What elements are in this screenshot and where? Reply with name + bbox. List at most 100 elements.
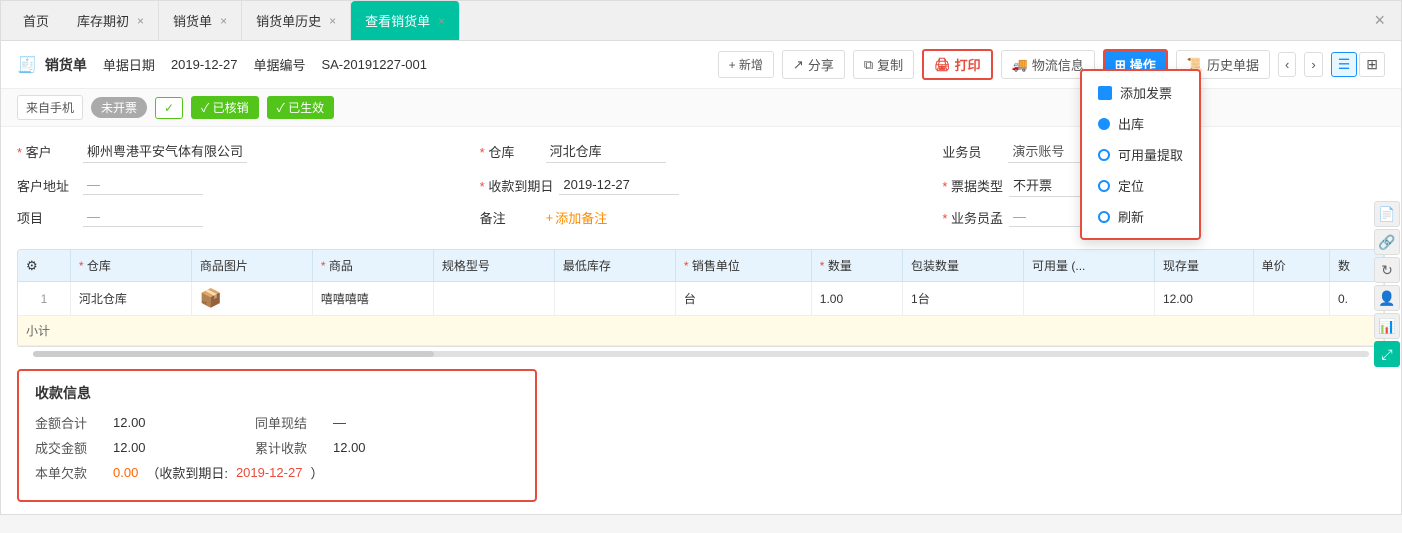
tab-bar: 首页 库存期初 × 销货单 × 销货单历史 × 查看销货单 × × [1, 1, 1401, 41]
tab-view-sales[interactable]: 查看销货单 × [351, 1, 460, 40]
right-panel-icon-1[interactable]: 📄 [1374, 201, 1400, 227]
note-field: 备注 添加备注 [480, 208, 923, 227]
row-num: 1 [18, 282, 70, 316]
customer-label: 客户 [17, 142, 77, 161]
payment-owed-item: 本单欠款 0.00 （收款到期日: 2019-12-27 ） [35, 463, 323, 482]
number-value: SA-20191227-001 [321, 57, 427, 72]
add-note-button[interactable]: 添加备注 [546, 208, 608, 227]
row-qty: 1.00 [811, 282, 902, 316]
address-value: — [83, 175, 203, 195]
list-view-button[interactable]: ☰ [1331, 52, 1358, 77]
row-image: 📦 [191, 282, 312, 316]
print-icon: 🖨 [934, 57, 951, 73]
col-warehouse: 仓库 [70, 250, 191, 282]
customer-value[interactable]: 柳州粤港平安气体有限公司 [83, 139, 247, 163]
close-icon[interactable]: × [329, 14, 336, 28]
copy-button[interactable]: ⧉ 复制 [853, 50, 914, 79]
doc-icon: 🧾 [17, 55, 37, 75]
col-pack-qty: 包装数量 [903, 250, 1024, 282]
dropdown-add-invoice[interactable]: 添加发票 [1082, 77, 1199, 108]
circle-outline-icon [1098, 180, 1110, 192]
grid-view-button[interactable]: ⊞ [1359, 52, 1385, 77]
owed-close: ） [310, 463, 323, 482]
tab-sales[interactable]: 销货单 × [159, 1, 242, 40]
table-row: 1 河北仓库 📦 嘻嘻嘻嘻 台 1.00 1台 12.00 0. [18, 282, 1384, 316]
payment-info-box: 收款信息 金额合计 12.00 同单现结 — 成交金额 12.00 累计收款 1… [17, 369, 537, 502]
tab-inventory[interactable]: 库存期初 × [63, 1, 159, 40]
print-button[interactable]: 🖨 打印 [922, 49, 993, 80]
not-open-button[interactable]: 未开票 [91, 97, 147, 118]
copy-icon: ⧉ [864, 57, 873, 73]
owed-value: 0.00 [113, 465, 138, 480]
warehouse-value[interactable]: 河北仓库 [546, 139, 666, 163]
number-label: 单据编号 [253, 55, 305, 74]
project-value: — [83, 207, 203, 227]
tab-sales-history[interactable]: 销货单历史 × [242, 1, 351, 40]
right-panel-icon-5[interactable]: 📊 [1374, 313, 1400, 339]
note-label: 备注 [480, 208, 540, 227]
product-table-container: ⚙ 仓库 商品图片 商品 规格型号 最低库存 销售单位 数量 包装数量 可用量 … [17, 249, 1385, 347]
scroll-bar[interactable] [33, 351, 1369, 357]
col-current: 现存量 [1154, 250, 1253, 282]
checked-button[interactable]: ✓ 已核销 [191, 96, 259, 119]
scroll-thumb [33, 351, 434, 357]
customer-field: 客户 柳州粤港平安气体有限公司 [17, 139, 460, 163]
window-close-button[interactable]: × [1366, 10, 1393, 31]
new-button[interactable]: + 新增 [718, 51, 774, 78]
col-price: 单价 [1253, 250, 1329, 282]
deal-value: 12.00 [113, 440, 146, 455]
subtotal-label: 小计 [18, 316, 1384, 346]
circle-outline-icon [1098, 149, 1110, 161]
owed-label: 本单欠款 [35, 463, 105, 482]
close-icon[interactable]: × [220, 14, 227, 28]
dropdown-locate[interactable]: 定位 [1082, 170, 1199, 201]
payment-row-1: 金额合计 12.00 同单现结 — [35, 413, 519, 432]
row-available [1024, 282, 1155, 316]
right-panel-icon-3[interactable]: ↻ [1374, 257, 1400, 283]
prev-button[interactable]: ‹ [1278, 52, 1296, 77]
close-icon[interactable]: × [137, 14, 144, 28]
product-table: ⚙ 仓库 商品图片 商品 规格型号 最低库存 销售单位 数量 包装数量 可用量 … [18, 250, 1384, 346]
dropdown-available-qty[interactable]: 可用量提取 [1082, 139, 1199, 170]
col-settings[interactable]: ⚙ [18, 250, 70, 282]
sales-label: 业务员孟 [942, 208, 1003, 227]
due-date-label: 收款到期日 [480, 176, 554, 195]
ok-button[interactable]: ✓ [155, 97, 183, 119]
payment-deal-item: 成交金额 12.00 [35, 438, 215, 457]
payment-title: 收款信息 [35, 383, 519, 403]
right-panel: 📄 🔗 ↻ 👤 📊 ⤢ [1373, 201, 1401, 367]
row-current: 12.00 [1154, 282, 1253, 316]
row-unit: 台 [675, 282, 811, 316]
due-date-value[interactable]: 2019-12-27 [559, 175, 679, 195]
row-price [1253, 282, 1329, 316]
col-image: 商品图片 [191, 250, 312, 282]
close-icon[interactable]: × [438, 14, 445, 28]
share-icon: ↗ [793, 57, 804, 73]
col-unit: 销售单位 [675, 250, 811, 282]
staff-label: 业务员 [942, 142, 1002, 161]
right-panel-icon-2[interactable]: 🔗 [1374, 229, 1400, 255]
circle-outline-icon [1098, 211, 1110, 223]
next-button[interactable]: › [1304, 52, 1322, 77]
share-button[interactable]: ↗ 分享 [782, 50, 845, 79]
row-warehouse: 河北仓库 [70, 282, 191, 316]
phone-button[interactable]: 来自手机 [17, 95, 83, 120]
right-panel-icon-4[interactable]: 👤 [1374, 285, 1400, 311]
circle-icon [1098, 118, 1110, 130]
right-panel-icon-6[interactable]: ⤢ [1374, 341, 1400, 367]
dropdown-outbound[interactable]: 出库 [1082, 108, 1199, 139]
same-settle-label: 同单现结 [255, 413, 325, 432]
payment-row-3: 本单欠款 0.00 （收款到期日: 2019-12-27 ） [35, 463, 519, 482]
tab-home[interactable]: 首页 [9, 3, 63, 38]
cumulative-label: 累计收款 [255, 438, 325, 457]
row-spec [433, 282, 554, 316]
scroll-indicator [17, 351, 1385, 357]
col-available: 可用量 (... [1024, 250, 1155, 282]
date-label: 单据日期 [103, 55, 155, 74]
effective-button[interactable]: ✓ 已生效 [267, 96, 335, 119]
col-product: 商品 [312, 250, 433, 282]
owed-date: 2019-12-27 [236, 465, 303, 480]
date-value: 2019-12-27 [171, 57, 238, 72]
dropdown-refresh[interactable]: 刷新 [1082, 201, 1199, 232]
amount-value: 12.00 [113, 415, 146, 430]
